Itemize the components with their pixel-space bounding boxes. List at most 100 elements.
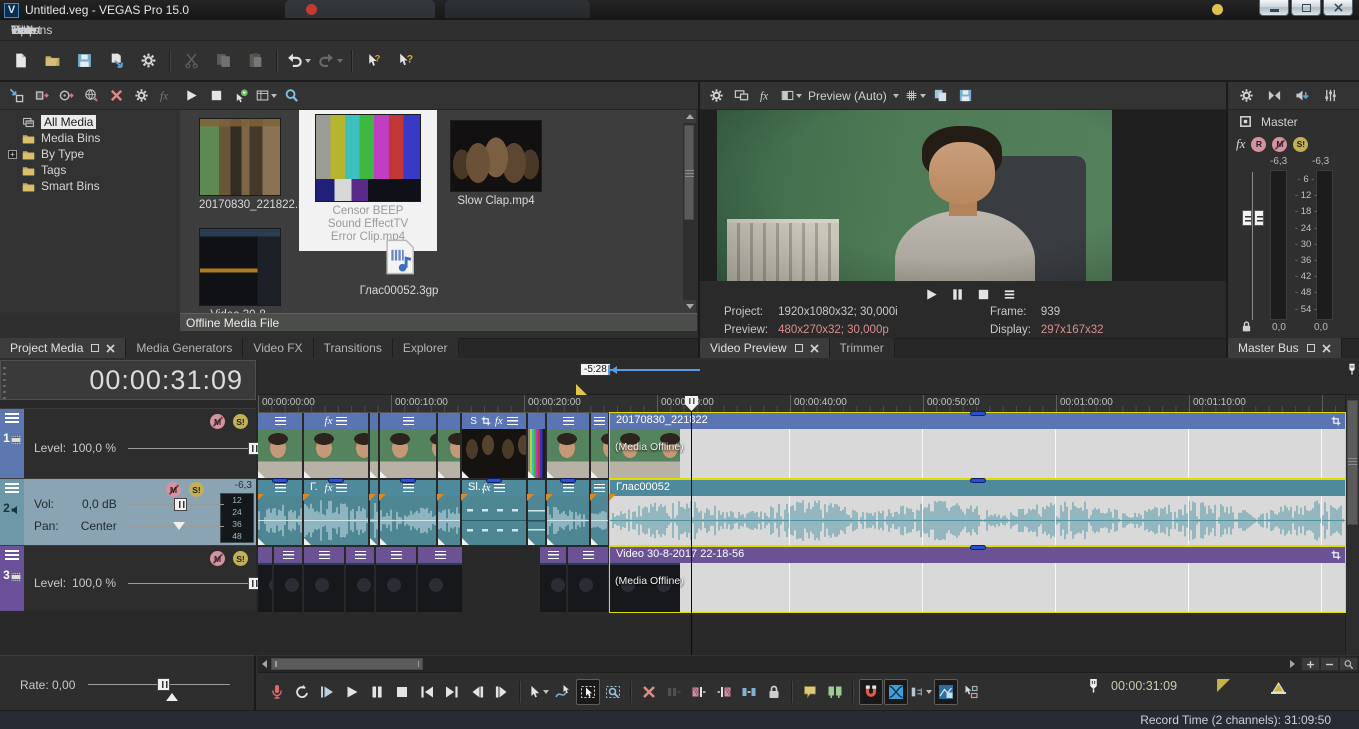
fade-handle-icon[interactable]	[379, 494, 386, 501]
event-menu-icon[interactable]	[402, 417, 414, 425]
preview-play-button[interactable]	[919, 283, 943, 305]
views-button[interactable]	[255, 84, 278, 107]
tab-close-icon[interactable]	[809, 343, 819, 353]
go-to-start-button[interactable]	[415, 679, 439, 705]
event-menu-icon[interactable]	[274, 417, 286, 425]
event-menu-icon[interactable]	[562, 417, 574, 425]
media-preview-play-button[interactable]	[180, 84, 203, 107]
capture-video-button[interactable]	[30, 84, 53, 107]
media-grid-scrollbar[interactable]	[683, 110, 696, 313]
level-value[interactable]: 100,0 %	[72, 576, 116, 590]
event-menu-icon[interactable]	[274, 484, 286, 492]
copy-snapshot-button[interactable]	[929, 84, 952, 107]
event-menu-icon[interactable]	[594, 417, 605, 425]
tab-transitions[interactable]: Transitions	[313, 338, 393, 358]
slip-trim-button[interactable]	[737, 679, 761, 705]
fade-handle-icon[interactable]	[546, 494, 553, 501]
save-project-button[interactable]	[69, 46, 99, 76]
timeline-event[interactable]	[304, 547, 344, 612]
downmix-output-button[interactable]	[1289, 84, 1315, 108]
play-from-start-button[interactable]	[315, 679, 339, 705]
timeline-event[interactable]	[258, 478, 302, 545]
get-media-from-web-button[interactable]	[80, 84, 103, 107]
normal-edit-tool-button[interactable]	[526, 679, 550, 705]
media-item-глас00052-3gp[interactable]: Глас00052.3gp	[338, 236, 460, 300]
event-menu-icon[interactable]	[434, 551, 446, 559]
timeline-event[interactable]: fx	[304, 413, 368, 478]
timeline-event-sl[interactable]: fx Sl...	[461, 478, 526, 545]
lock-envelopes-button[interactable]	[933, 678, 958, 705]
tab-maximize-icon[interactable]	[91, 344, 100, 352]
whats-this-help-button[interactable]: ?	[390, 46, 420, 76]
search-media-button[interactable]	[280, 84, 303, 107]
timeline-event[interactable]	[258, 547, 272, 612]
tab-master-bus[interactable]: Master Bus	[1228, 338, 1342, 358]
track-header-3[interactable]: 3 M S! Level: 100,0 %	[0, 545, 264, 611]
tab-maximize-icon[interactable]	[794, 344, 803, 352]
dropdown-caret-icon[interactable]	[796, 93, 802, 98]
event-crop-icon[interactable]	[481, 416, 491, 426]
mute-button[interactable]: M	[210, 414, 225, 429]
insert-bus-button[interactable]	[1261, 84, 1287, 108]
preview-quality-dropdown[interactable]: Preview (Auto)	[808, 89, 899, 103]
solo-button[interactable]: S!	[233, 551, 248, 566]
tree-item-tags[interactable]: Tags	[0, 162, 180, 178]
mute-button[interactable]: M	[166, 482, 181, 497]
dropdown-caret-icon[interactable]	[919, 93, 926, 98]
timeline-events-area[interactable]: -5:28 00:00:00:00 00:00:10:00 00:00:20:00 0…	[258, 360, 1359, 655]
event-menu-icon[interactable]	[594, 484, 605, 492]
timeline-event[interactable]	[346, 547, 374, 612]
fade-handle-icon[interactable]	[527, 494, 534, 501]
fader-handle-right[interactable]	[1254, 210, 1264, 226]
timeline-event[interactable]	[546, 478, 589, 545]
timeline-event-глас00052[interactable]: Глас00052	[609, 478, 1346, 546]
track-menu-icon[interactable]	[5, 483, 19, 493]
fade-handle-icon[interactable]	[303, 494, 310, 501]
master-fader-track[interactable]	[1252, 172, 1253, 320]
tab-close-icon[interactable]	[1322, 343, 1331, 353]
video-output-fx-button[interactable]: fx	[755, 84, 778, 107]
timeline-event[interactable]	[369, 480, 378, 545]
event-menu-icon[interactable]	[282, 551, 294, 559]
media-item-video-30-8-2017-22-18-56-avi[interactable]: Video 30-8-2017 22-18-56.avi	[188, 226, 292, 313]
pan-slider[interactable]	[128, 520, 224, 533]
delete-button[interactable]	[637, 679, 661, 705]
level-slider[interactable]	[128, 576, 264, 590]
event-menu-icon[interactable]	[506, 417, 518, 425]
rate-center-marker[interactable]	[166, 693, 178, 701]
tab-project-media[interactable]: Project Media	[0, 338, 127, 358]
pause-button[interactable]	[365, 679, 389, 705]
trim-start-button[interactable]	[687, 679, 711, 705]
event-menu-icon[interactable]	[494, 484, 506, 492]
timeline-event[interactable]	[258, 413, 302, 478]
fader-handle-left[interactable]	[1242, 210, 1252, 226]
auto-ripple-button[interactable]	[909, 679, 933, 705]
dropdown-caret-icon[interactable]	[542, 689, 549, 694]
level-slider[interactable]	[128, 441, 264, 455]
timeline-event[interactable]	[438, 413, 460, 478]
lock-fader-icon[interactable]	[1240, 320, 1253, 333]
tree-item-all-media[interactable]: All Media	[0, 114, 180, 130]
master-properties-button[interactable]	[1233, 84, 1259, 108]
insert-marker-button[interactable]	[798, 679, 822, 705]
minimize-button[interactable]	[1259, 0, 1289, 16]
ignore-event-grouping-button[interactable]	[959, 679, 983, 705]
media-properties-button[interactable]	[130, 84, 153, 107]
slider-thumb[interactable]	[174, 497, 188, 511]
solo-button[interactable]: S!	[233, 414, 248, 429]
mute-button[interactable]: M	[210, 551, 225, 566]
event-menu-icon[interactable]	[336, 484, 348, 492]
timeline-event[interactable]	[590, 480, 608, 545]
undo-button[interactable]	[283, 46, 313, 76]
event-fx-icon[interactable]: fx	[325, 415, 333, 427]
timeline-event[interactable]	[528, 413, 545, 478]
expand-icon[interactable]: +	[8, 149, 17, 159]
event-menu-icon[interactable]	[318, 551, 330, 559]
media-item-censor-beep-sound-effecttv-error-clip-mp4[interactable]: Censor BEEP Sound EffectTV Error Clip.mp…	[304, 112, 432, 246]
fade-handle-icon[interactable]	[461, 494, 468, 501]
tree-item-media-bins[interactable]: Media Bins	[0, 130, 180, 146]
time-ruler[interactable]: 00:00:00:0000:00:10:0000:00:20:0000:00:3…	[258, 395, 1345, 413]
playhead-line[interactable]	[691, 395, 692, 655]
timeline-event[interactable]	[418, 547, 462, 612]
master-fx-button[interactable]: fx	[1236, 136, 1245, 152]
